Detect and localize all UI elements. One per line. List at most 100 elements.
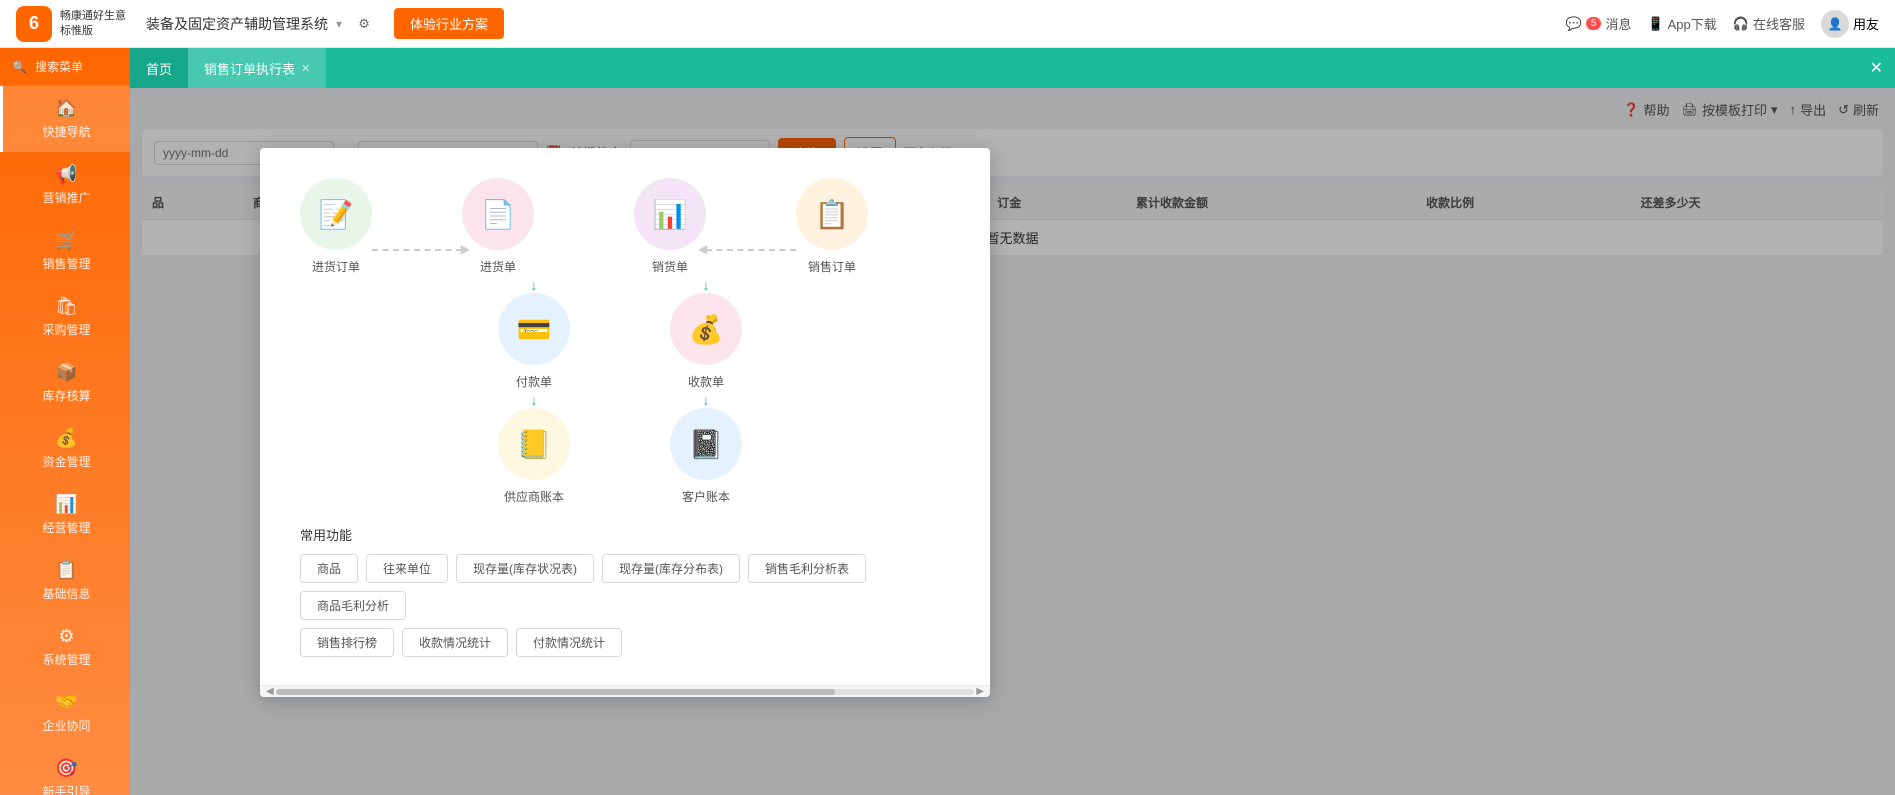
settings-icon[interactable]: ⚙ xyxy=(350,10,378,38)
arrow-so-to-sb: ◀ xyxy=(706,249,796,275)
system-dropdown-icon[interactable]: ▾ xyxy=(336,17,342,31)
sidebar-item-operations[interactable]: 📊 经营管理 xyxy=(0,482,130,548)
down-arrow-receipt: ↓ xyxy=(670,277,742,293)
func-btn-goods-profit[interactable]: 商品毛利分析 xyxy=(300,591,406,620)
tab-close-icon[interactable]: ✕ xyxy=(301,62,310,75)
sidebar-label-system: 系统管理 xyxy=(42,651,90,668)
sidebar-item-quick-nav[interactable]: 🏠 快捷导航 xyxy=(0,86,130,152)
tab-sales-order[interactable]: 销售订单执行表 ✕ xyxy=(188,48,326,88)
flow-node-sales-order[interactable]: 📋 销售订单 xyxy=(796,178,868,275)
sidebar-label-finance: 资金管理 xyxy=(42,453,90,470)
search-menu[interactable]: 🔍 搜索菜单 xyxy=(0,48,130,86)
headset-icon: 🎧 xyxy=(1733,16,1749,32)
purchase-bill-icon: 📄 xyxy=(481,198,516,231)
sidebar-item-basic-info[interactable]: 📋 基础信息 xyxy=(0,548,130,614)
flow-node-sales-bill[interactable]: 📊 销货单 xyxy=(634,178,706,275)
sidebar-label-enterprise: 企业协同 xyxy=(42,717,90,734)
flow-node-purchase-order[interactable]: 📝 进货订单 xyxy=(300,178,372,275)
func-btn-goods[interactable]: 商品 xyxy=(300,554,358,583)
system-icon: ⚙ xyxy=(58,626,74,647)
message-icon: 💬 xyxy=(1566,16,1582,32)
receipt-bill-icon: 💰 xyxy=(689,313,724,346)
search-icon: 🔍 xyxy=(12,60,27,74)
guide-icon: 🎯 xyxy=(55,758,77,779)
purchase-order-icon: 📝 xyxy=(319,198,354,231)
tab-sales-order-label: 销售订单执行表 xyxy=(204,59,295,78)
enterprise-icon: 🤝 xyxy=(55,692,77,713)
func-btn-receipt-stats[interactable]: 收款情况统计 xyxy=(402,628,508,657)
tab-bar-close-button[interactable]: ✕ xyxy=(1870,48,1895,88)
scrollbar-thumb xyxy=(276,689,835,695)
flow-node-customer-ledger[interactable]: 📓 客户账本 xyxy=(670,408,742,505)
customer-ledger-icon: 📓 xyxy=(689,428,724,461)
sidebar-item-purchase[interactable]: 🛍 采购管理 xyxy=(0,284,130,350)
receipt-bill-circle: 💰 xyxy=(670,293,742,365)
func-btn-sales-profit[interactable]: 销售毛利分析表 xyxy=(748,554,866,583)
system-title: 装备及固定资产辅助管理系统 xyxy=(146,14,328,34)
scroll-left-icon[interactable]: ◀ xyxy=(264,686,276,697)
func-btn-sales-rank[interactable]: 销售排行榜 xyxy=(300,628,394,657)
marketing-icon: 📢 xyxy=(55,164,77,185)
func-btn-stock-status[interactable]: 现存量(库存状况表) xyxy=(456,554,594,583)
main-layout: 🔍 搜索菜单 🏠 快捷导航 📢 营销推广 🛒 销售管理 🛍 采购管理 📦 库存核… xyxy=(0,48,1895,795)
tab-home[interactable]: 首页 xyxy=(130,48,188,88)
func-buttons-row-1: 商品 往来单位 现存量(库存状况表) 现存量(库存分布表) 销售毛利分析表 商品… xyxy=(300,554,950,620)
finance-icon: 💰 xyxy=(55,428,77,449)
flow-row-2: 💳 付款单 💰 收款单 xyxy=(300,293,950,390)
sidebar-item-inventory[interactable]: 📦 库存核算 xyxy=(0,350,130,416)
down-arrow-customer: ↓ xyxy=(670,392,742,408)
func-btn-stock-dist[interactable]: 现存量(库存分布表) xyxy=(602,554,740,583)
trial-button[interactable]: 体验行业方案 xyxy=(394,8,504,39)
down-arrow-payment: ↓ xyxy=(498,277,570,293)
flow-node-receipt-bill[interactable]: 💰 收款单 xyxy=(670,293,742,390)
sidebar-item-sales[interactable]: 🛒 销售管理 xyxy=(0,218,130,284)
system-title-area: 装备及固定资产辅助管理系统 ▾ ⚙ 体验行业方案 xyxy=(146,8,1566,39)
sidebar-label-purchase: 采购管理 xyxy=(42,321,90,338)
top-header: 6 畅康通好生意 标惟版 装备及固定资产辅助管理系统 ▾ ⚙ 体验行业方案 💬 … xyxy=(0,0,1895,48)
online-service-button[interactable]: 🎧 在线客服 xyxy=(1733,14,1805,33)
supplier-ledger-label: 供应商账本 xyxy=(504,488,564,505)
func-btn-partners[interactable]: 往来单位 xyxy=(366,554,448,583)
purchase-bill-label: 进货单 xyxy=(480,258,516,275)
flow-node-payment-bill[interactable]: 💳 付款单 xyxy=(498,293,570,390)
app-download-button[interactable]: 📱 App下载 xyxy=(1647,14,1716,33)
arrow-po-to-pb: ▶ xyxy=(372,249,462,275)
sidebar-item-guide[interactable]: 🎯 新手引导 xyxy=(0,746,130,795)
sales-bill-label: 销货单 xyxy=(652,258,688,275)
flow-node-supplier-ledger[interactable]: 📒 供应商账本 xyxy=(498,408,570,505)
supplier-ledger-icon: 📒 xyxy=(517,428,552,461)
sidebar-label-guide: 新手引导 xyxy=(42,783,90,795)
sidebar-label-quick-nav: 快捷导航 xyxy=(42,123,90,140)
sidebar-item-marketing[interactable]: 📢 营销推广 xyxy=(0,152,130,218)
customer-ledger-circle: 📓 xyxy=(670,408,742,480)
message-badge: 5 xyxy=(1586,17,1602,30)
sidebar-item-finance[interactable]: 💰 资金管理 xyxy=(0,416,130,482)
down-arrow-supplier: ↓ xyxy=(498,392,570,408)
home-icon: 🏠 xyxy=(55,98,77,119)
sidebar-item-enterprise[interactable]: 🤝 企业协同 xyxy=(0,680,130,746)
scroll-right-icon[interactable]: ▶ xyxy=(974,686,986,697)
page-content: ❓ 帮助 🖨 按模板打印 ▾ ↑ 导出 ↺ 刷新 xyxy=(130,88,1895,795)
purchase-order-circle: 📝 xyxy=(300,178,372,250)
flow-node-purchase-bill[interactable]: 📄 进货单 xyxy=(462,178,534,275)
operations-icon: 📊 xyxy=(55,494,77,515)
sidebar: 🔍 搜索菜单 🏠 快捷导航 📢 营销推广 🛒 销售管理 🛍 采购管理 📦 库存核… xyxy=(0,48,130,795)
scrollbar-track[interactable] xyxy=(276,689,975,695)
basic-info-icon: 📋 xyxy=(55,560,77,581)
tab-home-label: 首页 xyxy=(146,59,172,78)
header-right: 💬 5 消息 📱 App下载 🎧 在线客服 👤 用友 xyxy=(1566,10,1879,38)
user-area[interactable]: 👤 用友 xyxy=(1821,10,1879,38)
sales-bill-icon: 📊 xyxy=(653,198,688,231)
app-icon: 📱 xyxy=(1647,16,1663,32)
sales-order-icon: 📋 xyxy=(815,198,850,231)
inventory-icon: 📦 xyxy=(55,362,77,383)
modal-overlay[interactable]: 📝 进货订单 ▶ xyxy=(130,88,1895,795)
sidebar-label-inventory: 库存核算 xyxy=(42,387,90,404)
common-func-area: 常用功能 商品 往来单位 现存量(库存状况表) 现存量(库存分布表) 销售毛利分… xyxy=(260,525,990,685)
message-button[interactable]: 💬 5 消息 xyxy=(1566,14,1632,33)
payment-bill-circle: 💳 xyxy=(498,293,570,365)
sales-bill-circle: 📊 xyxy=(634,178,706,250)
sidebar-item-system[interactable]: ⚙ 系统管理 xyxy=(0,614,130,680)
func-btn-payment-stats[interactable]: 付款情况统计 xyxy=(516,628,622,657)
message-label: 消息 xyxy=(1605,14,1631,33)
